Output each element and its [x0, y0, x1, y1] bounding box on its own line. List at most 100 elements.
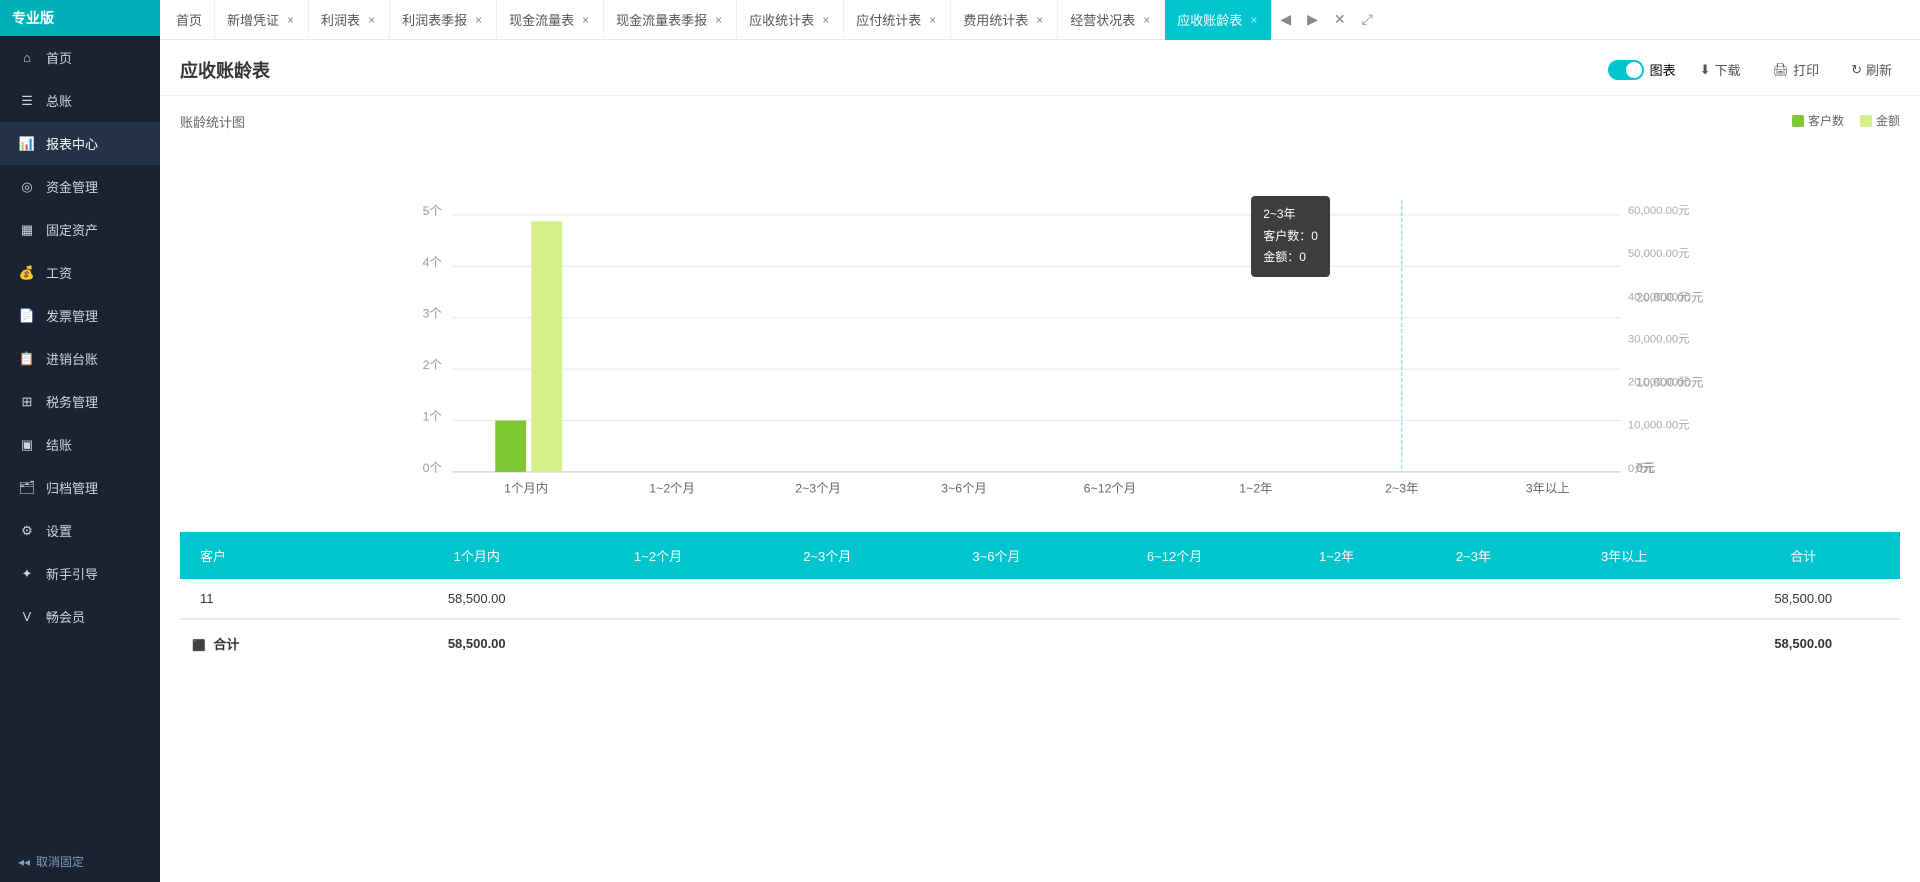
col-m3-6: 3~6个月 — [912, 532, 1081, 579]
svg-text:1~2个月: 1~2个月 — [649, 481, 695, 495]
svg-text:20,000.00元: 20,000.00元 — [1628, 377, 1690, 389]
tab-label: 费用统计表 — [963, 10, 1028, 29]
tab-close-btn[interactable]: × — [580, 13, 591, 27]
footer-m1-2 — [573, 619, 742, 667]
sidebar-item-vip[interactable]: V 畅会员 — [0, 595, 160, 638]
download-btn[interactable]: ⬇ 下载 — [1692, 56, 1749, 83]
sidebar-item-label: 发票管理 — [46, 306, 98, 325]
sidebar-unpin-btn[interactable]: ◂◂ 取消固定 — [0, 841, 160, 882]
chart-svg: 0个 1个 2个 3个 4个 5个 0元 10,000.00元 20,000.0… — [180, 143, 1900, 513]
sidebar: 专业版 ⌂ 首页 ☰ 总账 📊 报表中心 ◎ 资金管理 ▦ 固定资产 💰 工资 … — [0, 0, 160, 882]
svg-text:10,000.00元: 10,000.00元 — [1628, 420, 1690, 432]
tab-expense-stats[interactable]: 费用统计表 × — [951, 0, 1058, 40]
sidebar-item-label: 进销台账 — [46, 349, 98, 368]
footer-m6-12 — [1081, 619, 1268, 667]
cell-y2-3 — [1405, 579, 1542, 619]
svg-text:3年以上: 3年以上 — [1526, 481, 1570, 495]
total-icon: ⬛ — [192, 640, 206, 652]
cell-m1: 58,500.00 — [380, 579, 573, 619]
tab-close-btn[interactable]: × — [927, 13, 938, 27]
tab-nav-prev[interactable]: ◀ — [1272, 0, 1299, 40]
cell-total: 58,500.00 — [1706, 579, 1900, 619]
sidebar-item-invoice[interactable]: 📄 发票管理 — [0, 294, 160, 337]
sidebar-item-label: 资金管理 — [46, 177, 98, 196]
svg-text:2~3年: 2~3年 — [1385, 481, 1418, 495]
tab-home[interactable]: 首页 — [164, 0, 215, 40]
tab-close-btn[interactable]: × — [1248, 13, 1259, 27]
sidebar-item-label: 总账 — [46, 91, 72, 110]
svg-text:1个: 1个 — [423, 410, 442, 424]
svg-text:2个: 2个 — [423, 358, 442, 372]
print-btn[interactable]: 🖨 打印 — [1765, 56, 1828, 83]
tab-payable-stats[interactable]: 应付统计表 × — [844, 0, 951, 40]
tab-label: 现金流量表 — [509, 10, 574, 29]
sidebar-item-label: 畅会员 — [46, 607, 85, 626]
sidebar-item-ledger[interactable]: ☰ 总账 — [0, 79, 160, 122]
chart-toggle[interactable]: 图表 — [1608, 60, 1676, 80]
download-icon: ⬇ — [1700, 62, 1711, 78]
refresh-label: 刷新 — [1866, 60, 1892, 79]
tab-profit-quarterly[interactable]: 利润表季报 × — [390, 0, 497, 40]
col-m1: 1个月内 — [380, 532, 573, 579]
sidebar-item-label: 工资 — [46, 263, 72, 282]
col-m6-12: 6~12个月 — [1081, 532, 1268, 579]
sidebar-item-salary[interactable]: 💰 工资 — [0, 251, 160, 294]
tab-nav-next[interactable]: ▶ — [1299, 0, 1326, 40]
unpin-label: 取消固定 — [36, 853, 84, 870]
tab-close-btn[interactable]: × — [285, 13, 296, 27]
sidebar-item-closing[interactable]: ▣ 结账 — [0, 423, 160, 466]
tab-receivable-stats[interactable]: 应收统计表 × — [737, 0, 844, 40]
cell-m1-2 — [573, 579, 742, 619]
tab-label: 应收统计表 — [749, 10, 814, 29]
col-customer: 客户 — [180, 532, 380, 579]
sidebar-item-settings[interactable]: ⚙ 设置 — [0, 509, 160, 552]
sidebar-item-label: 归档管理 — [46, 478, 98, 497]
col-total: 合计 — [1706, 532, 1900, 579]
footer-y2-3 — [1405, 619, 1542, 667]
tab-close-btn[interactable]: × — [366, 13, 377, 27]
sidebar-item-fund[interactable]: ◎ 资金管理 — [0, 165, 160, 208]
svg-text:3个: 3个 — [423, 307, 442, 321]
tab-close-btn[interactable]: × — [1141, 13, 1152, 27]
tab-new-voucher[interactable]: 新增凭证 × — [215, 0, 309, 40]
sidebar-item-fixed-assets[interactable]: ▦ 固定资产 — [0, 208, 160, 251]
tab-aging-report[interactable]: 应收账龄表 × — [1165, 0, 1272, 40]
tab-label: 应付统计表 — [856, 10, 921, 29]
main-content: 首页 新增凭证 × 利润表 × 利润表季报 × 现金流量表 × 现金流量表季报 … — [160, 0, 1920, 882]
sidebar-item-home[interactable]: ⌂ 首页 — [0, 36, 160, 79]
tab-cashflow[interactable]: 现金流量表 × — [497, 0, 604, 40]
aging-table: 客户 1个月内 1~2个月 2~3个月 3~6个月 6~12个月 1~2年 2~… — [180, 532, 1900, 667]
legend-amount-label: 金额 — [1876, 112, 1900, 129]
guide-icon: ✦ — [18, 565, 36, 583]
fund-icon: ◎ — [18, 178, 36, 196]
tab-close-all[interactable]: ✕ — [1326, 0, 1354, 40]
sidebar-item-report[interactable]: 📊 报表中心 — [0, 122, 160, 165]
tab-close-btn[interactable]: × — [713, 13, 724, 27]
sidebar-item-sales-ledger[interactable]: 📋 进销台账 — [0, 337, 160, 380]
cell-customer: 11 — [180, 579, 380, 619]
chart-toggle-label: 图表 — [1650, 60, 1676, 79]
tab-bar: 首页 新增凭证 × 利润表 × 利润表季报 × 现金流量表 × 现金流量表季报 … — [160, 0, 1920, 40]
svg-text:4个: 4个 — [423, 255, 442, 269]
cell-m2-3 — [743, 579, 912, 619]
tab-business-status[interactable]: 经营状况表 × — [1058, 0, 1165, 40]
sidebar-item-archive[interactable]: 🗂 归档管理 — [0, 466, 160, 509]
refresh-btn[interactable]: ↻ 刷新 — [1843, 56, 1900, 83]
refresh-icon: ↻ — [1851, 62, 1862, 78]
tab-profit[interactable]: 利润表 × — [309, 0, 390, 40]
tab-expand[interactable]: ⤢ — [1354, 0, 1381, 40]
sidebar-item-guide[interactable]: ✦ 新手引导 — [0, 552, 160, 595]
page-title: 应收账龄表 — [180, 57, 270, 83]
tab-close-btn[interactable]: × — [1034, 13, 1045, 27]
tab-close-btn[interactable]: × — [820, 13, 831, 27]
vip-icon: V — [18, 608, 36, 626]
chart-legend: 客户数 金额 — [1792, 112, 1900, 129]
toggle-switch[interactable] — [1608, 60, 1644, 80]
asset-icon: ▦ — [18, 221, 36, 239]
tab-cashflow-quarterly[interactable]: 现金流量表季报 × — [604, 0, 737, 40]
tab-close-btn[interactable]: × — [473, 13, 484, 27]
settings-icon: ⚙ — [18, 522, 36, 540]
table-row: 11 58,500.00 58,500.00 — [180, 579, 1900, 619]
sidebar-item-tax[interactable]: ⊞ 税务管理 — [0, 380, 160, 423]
cell-y1-2 — [1268, 579, 1405, 619]
